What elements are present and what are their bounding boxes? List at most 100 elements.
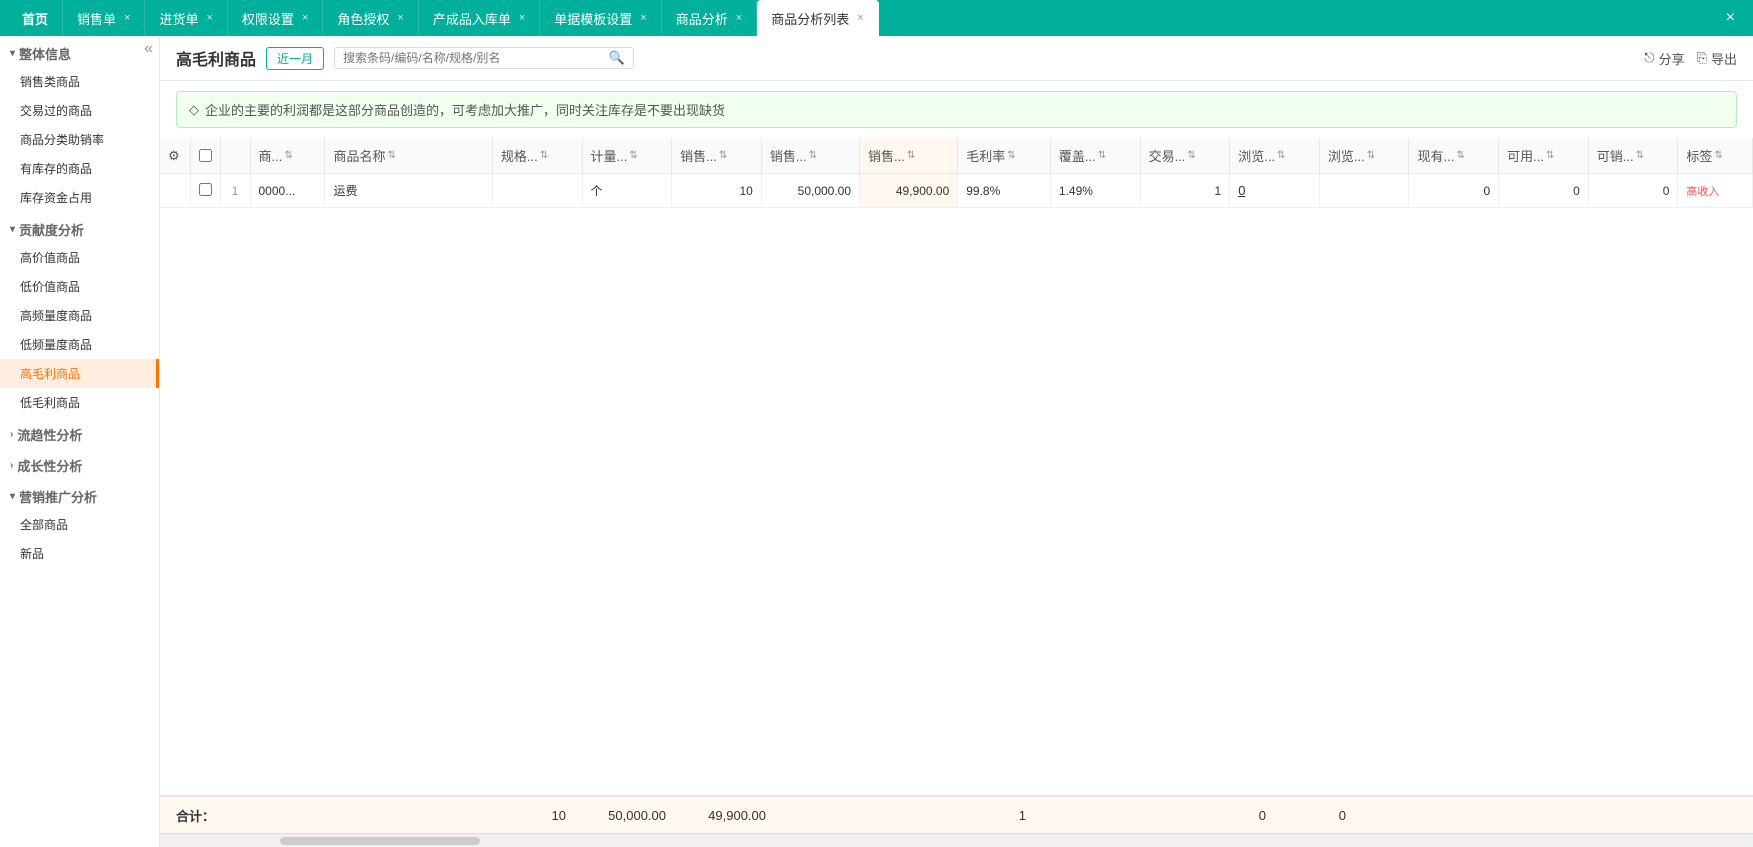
col-tag: 标签 ⇅ xyxy=(1678,138,1753,174)
sidebar-item-analysis-rate[interactable]: 商品分类助销率 xyxy=(0,125,159,154)
col-available: 可用... ⇅ xyxy=(1499,138,1589,174)
row-margin-rate-cell: 99.8% xyxy=(958,174,1051,208)
footer-available: 0 xyxy=(1186,808,1266,823)
info-text: 企业的主要的利润都是这部分商品创造的，可考虑加大推广，同时关注库存是不要出现缺货 xyxy=(205,100,725,119)
row-spec-cell xyxy=(492,174,582,208)
sort-spec-icon[interactable]: ⇅ xyxy=(540,150,548,161)
footer-sellable: 0 xyxy=(1266,808,1346,823)
tag-label: 高收入 xyxy=(1686,186,1719,198)
sidebar-item-low-value[interactable]: 低价值商品 xyxy=(0,272,159,301)
sort-sellable-icon[interactable]: ⇅ xyxy=(1636,150,1644,161)
sidebar-item-traded-goods[interactable]: 交易过的商品 xyxy=(0,96,159,125)
search-input[interactable] xyxy=(343,51,603,65)
col-checkbox xyxy=(190,138,220,174)
sort-code-icon[interactable]: ⇅ xyxy=(284,150,292,161)
sidebar-group-profit[interactable]: ▾ 贡献度分析 xyxy=(0,212,159,243)
sort-sales-qty-icon[interactable]: ⇅ xyxy=(719,150,727,161)
row-settings-cell xyxy=(160,174,190,208)
close-analysis-list-tab[interactable]: × xyxy=(857,12,863,24)
row-sales-amount-cell: 50,000.00 xyxy=(761,174,859,208)
sidebar-item-inventory-goods[interactable]: 有库存的商品 xyxy=(0,154,159,183)
sort-browse1-icon[interactable]: ⇅ xyxy=(1277,150,1285,161)
sidebar-item-inventory-ratio[interactable]: 库存资金占用 xyxy=(0,183,159,212)
sort-trade-times-icon[interactable]: ⇅ xyxy=(1187,150,1195,161)
export-button[interactable]: ⎘ 导出 xyxy=(1697,49,1737,68)
data-table: ⚙ 商... ⇅ xyxy=(160,138,1753,208)
content-header: 高毛利商品 近一月 🔍 ⎋ 分享 ⎘ 导出 xyxy=(160,36,1753,81)
sort-unit-icon[interactable]: ⇅ xyxy=(629,150,637,161)
col-unit: 计量... ⇅ xyxy=(582,138,672,174)
sidebar-item-all-goods[interactable]: 全部商品 xyxy=(0,510,159,539)
row-sales-qty-cell: 10 xyxy=(672,174,762,208)
close-sales-tab[interactable]: × xyxy=(124,12,130,24)
horizontal-scrollbar[interactable] xyxy=(160,833,1753,847)
select-all-checkbox[interactable] xyxy=(199,149,212,162)
col-spec: 规格... ⇅ xyxy=(492,138,582,174)
share-button[interactable]: ⎋ 分享 xyxy=(1644,49,1684,68)
nav-item-permissions[interactable]: 权限设置 × xyxy=(228,0,323,36)
row-checkbox[interactable] xyxy=(199,183,212,196)
nav-item-analysis[interactable]: 商品分析 × xyxy=(662,0,757,36)
sort-available-icon[interactable]: ⇅ xyxy=(1546,150,1554,161)
table-row: 1 0000... 运费 个 10 50,000.00 49,900.00 99… xyxy=(160,174,1753,208)
col-sellable: 可销... ⇅ xyxy=(1588,138,1678,174)
sidebar-item-new-goods[interactable]: 新品 xyxy=(0,539,159,568)
sidebar-item-high-value[interactable]: 高价值商品 xyxy=(0,243,159,272)
sort-sales-cost-icon[interactable]: ⇅ xyxy=(907,150,915,161)
row-trade-times-cell: 1 xyxy=(1140,174,1230,208)
nav-item-analysis-list[interactable]: 商品分析列表 × xyxy=(757,0,878,36)
sidebar-item-sales-goods[interactable]: 销售类商品 xyxy=(0,67,159,96)
sort-sales-amount-icon[interactable]: ⇅ xyxy=(809,150,817,161)
close-analysis-tab[interactable]: × xyxy=(736,12,742,24)
close-template-tab[interactable]: × xyxy=(640,12,646,24)
close-permissions-tab[interactable]: × xyxy=(302,12,308,24)
nav-item-template[interactable]: 单据模板设置 × xyxy=(540,0,661,36)
overall-arrow-icon: ▾ xyxy=(10,48,15,59)
scrollbar-thumb[interactable] xyxy=(280,837,480,845)
nav-item-product-entry[interactable]: 产成品入库单 × xyxy=(419,0,540,36)
col-name: 商品名称 ⇅ xyxy=(325,138,492,174)
col-sales-cost: 销售... ⇅ xyxy=(860,138,958,174)
row-sales-cost-cell: 49,900.00 xyxy=(860,174,958,208)
sort-name-icon[interactable]: ⇅ xyxy=(387,150,395,161)
close-all-button[interactable]: × xyxy=(1716,9,1745,27)
nav-item-roles[interactable]: 角色授权 × xyxy=(323,0,418,36)
close-purchase-tab[interactable]: × xyxy=(206,12,212,24)
sidebar-group-overall[interactable]: ▾ 整体信息 xyxy=(0,36,159,67)
sort-browse2-icon[interactable]: ⇅ xyxy=(1367,150,1375,161)
sidebar-item-low-freq[interactable]: 低频量度商品 xyxy=(0,330,159,359)
sidebar-item-low-margin[interactable]: 低毛利商品 xyxy=(0,388,159,417)
filter-period-button[interactable]: 近一月 xyxy=(266,47,324,70)
search-icon[interactable]: 🔍 xyxy=(609,50,625,66)
sidebar-group-trend[interactable]: › 流趋性分析 xyxy=(0,417,159,448)
col-settings: ⚙ xyxy=(160,138,190,174)
close-product-entry-tab[interactable]: × xyxy=(519,12,525,24)
growth-arrow-icon: › xyxy=(10,460,13,471)
row-name-cell: 运费 xyxy=(325,174,492,208)
search-box: 🔍 xyxy=(334,47,634,69)
browse1-link[interactable]: 0 xyxy=(1238,183,1245,198)
footer-total: 合计： 10 50,000.00 49,900.00 1 0 0 xyxy=(160,795,1753,833)
sidebar-collapse-button[interactable]: « xyxy=(144,40,153,58)
row-checkbox-cell xyxy=(190,174,220,208)
sidebar-item-high-margin[interactable]: 高毛利商品 xyxy=(0,359,159,388)
sort-margin-rate-icon[interactable]: ⇅ xyxy=(1007,150,1015,161)
footer-trade-times: 1 xyxy=(946,808,1026,823)
share-icon: ⎋ xyxy=(1644,50,1654,66)
sort-current-stock-icon[interactable]: ⇅ xyxy=(1456,150,1464,161)
col-browse2: 浏览... ⇅ xyxy=(1319,138,1409,174)
nav-item-home[interactable]: 首页 xyxy=(8,0,63,36)
col-margin-rate: 毛利率 ⇅ xyxy=(958,138,1051,174)
sidebar-group-marketing[interactable]: ▾ 营销推广分析 xyxy=(0,479,159,510)
footer-sales-amount: 50,000.00 xyxy=(566,808,666,823)
footer-sales-qty: 10 xyxy=(486,808,566,823)
nav-item-sales[interactable]: 销售单 × xyxy=(63,0,145,36)
row-unit-cell: 个 xyxy=(582,174,672,208)
close-roles-tab[interactable]: × xyxy=(397,12,403,24)
sort-coverage-icon[interactable]: ⇅ xyxy=(1098,150,1106,161)
sidebar-group-growth[interactable]: › 成长性分析 xyxy=(0,448,159,479)
sort-tag-icon[interactable]: ⇅ xyxy=(1714,150,1722,161)
nav-item-purchase[interactable]: 进货单 × xyxy=(145,0,227,36)
settings-icon[interactable]: ⚙ xyxy=(168,148,180,164)
sidebar-item-high-freq[interactable]: 高频量度商品 xyxy=(0,301,159,330)
